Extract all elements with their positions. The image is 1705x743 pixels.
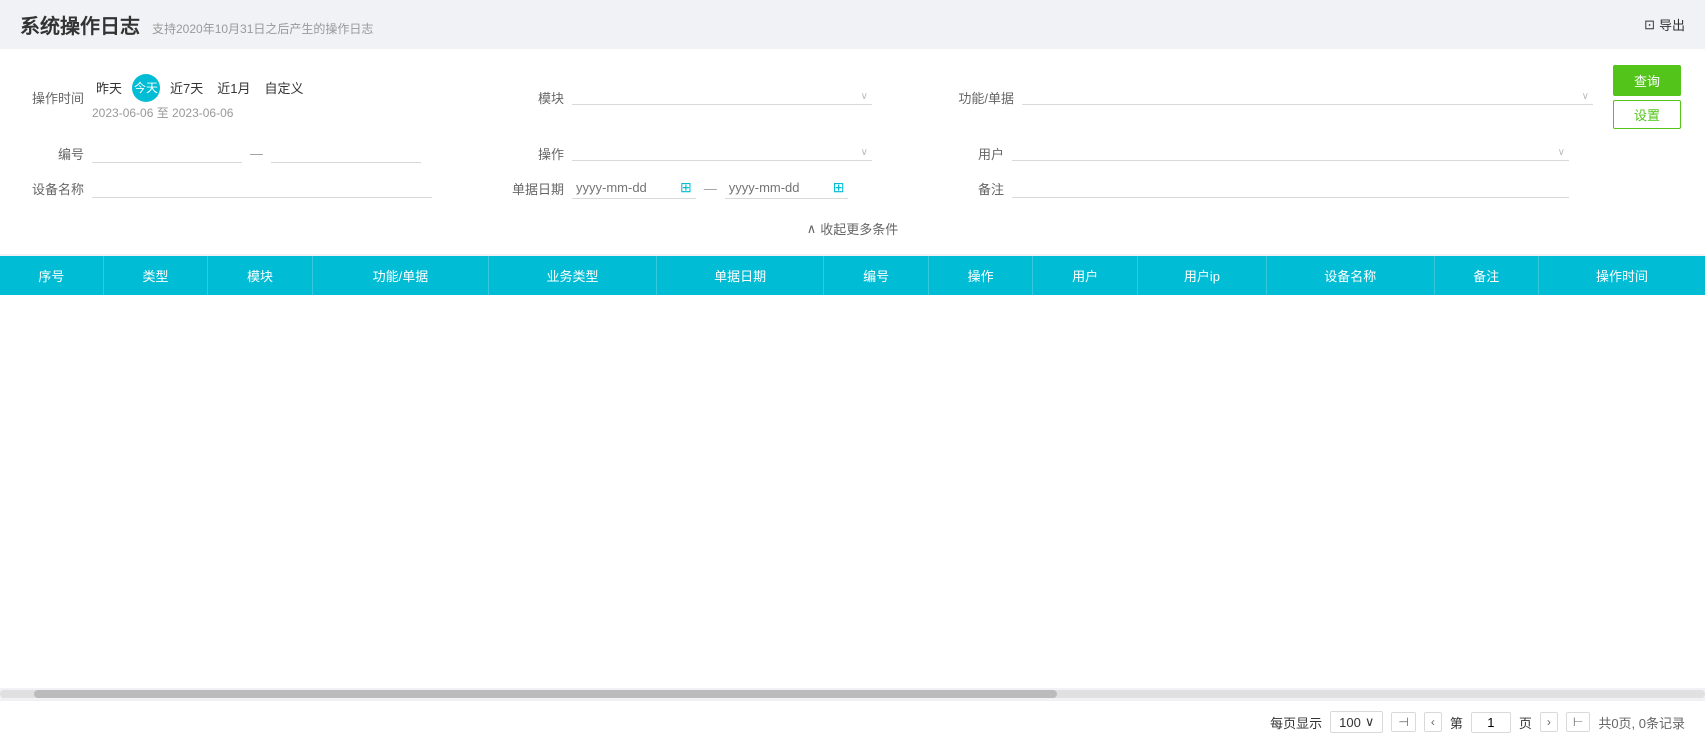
filter-row-1: 操作时间 昨天 今天 近7天 近1月 自定义 2023-06-06 至 2023… (24, 65, 1681, 129)
filter-row-2: 编号 — 操作 ∨ 用户 ∨ (24, 143, 1681, 163)
number-input-end[interactable] (271, 143, 421, 163)
page-header: 系统操作日志 支持2020年10月31日之后产生的操作日志 ⊡ 导出 (0, 0, 1705, 49)
prev-page-button[interactable]: ‹ (1424, 712, 1442, 732)
module-label: 模块 (504, 88, 564, 107)
user-chevron-icon: ∨ (1558, 147, 1565, 158)
date-end-input: ⊞ (725, 177, 849, 199)
col-user-ip: 用户ip (1137, 256, 1266, 295)
number-label: 编号 (24, 144, 84, 163)
collapse-row: ∧ 收起更多条件 (24, 213, 1681, 238)
time-btn-yesterday[interactable]: 昨天 (92, 76, 126, 99)
scrollbar-area[interactable] (0, 688, 1705, 700)
page-subtitle: 支持2020年10月31日之后产生的操作日志 (152, 20, 373, 37)
data-table: 序号 类型 模块 功能/单据 业务类型 单据日期 编号 操作 用户 用户ip 设… (0, 256, 1705, 295)
total-info: 共0页, 0条记录 (1598, 713, 1685, 732)
remark-input[interactable] (1012, 178, 1569, 198)
action-buttons: 查询 设置 (1613, 65, 1681, 129)
time-filter-section: 操作时间 昨天 今天 近7天 近1月 自定义 2023-06-06 至 2023… (24, 74, 484, 121)
number-filter-section: 编号 — (24, 143, 484, 163)
operation-label: 操作 (504, 144, 564, 163)
page-title: 系统操作日志 (20, 10, 140, 39)
time-filter: 昨天 今天 近7天 近1月 自定义 2023-06-06 至 2023-06-0… (92, 74, 308, 121)
date-start-field[interactable] (576, 180, 676, 195)
first-page-button[interactable]: ⊣ (1391, 712, 1415, 732)
user-label: 用户 (944, 144, 1004, 163)
func-chevron-icon: ∨ (1582, 91, 1589, 102)
export-icon: ⊡ (1644, 17, 1655, 33)
date-separator: — (704, 181, 717, 196)
page-label: 第 (1450, 713, 1463, 732)
scrollbar-track[interactable] (0, 690, 1705, 698)
operation-chevron-icon: ∨ (861, 147, 868, 158)
col-number: 编号 (824, 256, 928, 295)
title-group: 系统操作日志 支持2020年10月31日之后产生的操作日志 (20, 10, 373, 39)
device-input[interactable] (92, 178, 432, 198)
number-separator: — (250, 146, 263, 161)
export-button[interactable]: ⊡ 导出 (1644, 15, 1685, 34)
date-start-input: ⊞ (572, 177, 696, 199)
module-select[interactable]: ∨ (572, 89, 872, 105)
func-filter-section: 功能/单据 ∨ (944, 88, 1593, 107)
page-container: 系统操作日志 支持2020年10月31日之后产生的操作日志 ⊡ 导出 操作时间 … (0, 0, 1705, 743)
calendar-end-icon[interactable]: ⊞ (833, 179, 845, 196)
scrollbar-thumb[interactable] (34, 690, 1057, 698)
module-chevron-icon: ∨ (861, 91, 868, 102)
module-filter-section: 模块 ∨ (504, 88, 924, 107)
time-buttons: 昨天 今天 近7天 近1月 自定义 (92, 74, 308, 102)
settings-button[interactable]: 设置 (1613, 100, 1681, 129)
col-biz-type: 业务类型 (489, 256, 657, 295)
operation-select[interactable]: ∨ (572, 145, 872, 161)
filter-row-3: 设备名称 单据日期 ⊞ — ⊞ 备注 (24, 177, 1681, 199)
query-button[interactable]: 查询 (1613, 65, 1681, 96)
page-number-input[interactable] (1471, 712, 1511, 733)
export-label: 导出 (1659, 15, 1685, 34)
col-op-time: 操作时间 (1539, 256, 1705, 295)
time-label: 操作时间 (24, 88, 84, 107)
col-remark: 备注 (1434, 256, 1538, 295)
page-size-label: 每页显示 (1270, 713, 1322, 732)
device-label: 设备名称 (24, 179, 84, 198)
col-user: 用户 (1033, 256, 1137, 295)
collapse-icon: ∧ (807, 221, 817, 237)
device-filter-section: 设备名称 (24, 178, 484, 198)
page-size-value: 100 (1339, 715, 1361, 730)
collapse-label: 收起更多条件 (820, 219, 898, 238)
time-btn-today[interactable]: 今天 (132, 74, 160, 102)
number-input-start[interactable] (92, 143, 242, 163)
calendar-start-icon[interactable]: ⊞ (680, 179, 692, 196)
table-header-row: 序号 类型 模块 功能/单据 业务类型 单据日期 编号 操作 用户 用户ip 设… (0, 256, 1705, 295)
col-operation: 操作 (928, 256, 1032, 295)
collapse-button[interactable]: ∧ 收起更多条件 (807, 219, 899, 238)
last-page-button[interactable]: ⊢ (1566, 712, 1590, 732)
time-btn-7days[interactable]: 近7天 (166, 76, 207, 99)
func-label: 功能/单据 (944, 88, 1014, 107)
filter-area: 操作时间 昨天 今天 近7天 近1月 自定义 2023-06-06 至 2023… (0, 49, 1705, 254)
table-container: 序号 类型 模块 功能/单据 业务类型 单据日期 编号 操作 用户 用户ip 设… (0, 256, 1705, 688)
page-unit: 页 (1519, 713, 1532, 732)
remark-filter-section: 备注 (944, 178, 1569, 198)
page-size-chevron-icon: ∨ (1365, 714, 1375, 730)
func-select[interactable]: ∨ (1022, 89, 1593, 105)
date-end-field[interactable] (729, 180, 829, 195)
col-func: 功能/单据 (312, 256, 488, 295)
remark-label: 备注 (944, 179, 1004, 198)
user-select[interactable]: ∨ (1012, 145, 1569, 161)
col-doc-date: 单据日期 (656, 256, 824, 295)
time-btn-1month[interactable]: 近1月 (213, 76, 254, 99)
col-module: 模块 (208, 256, 312, 295)
user-filter-section: 用户 ∨ (944, 144, 1569, 163)
doc-date-label: 单据日期 (504, 179, 564, 198)
time-btn-custom[interactable]: 自定义 (260, 76, 307, 99)
col-device: 设备名称 (1266, 256, 1434, 295)
pagination: 每页显示 100 ∨ ⊣ ‹ 第 页 › ⊢ 共0页, 0条记录 (0, 700, 1705, 743)
col-index: 序号 (0, 256, 103, 295)
page-size-select[interactable]: 100 ∨ (1330, 711, 1383, 733)
col-type: 类型 (103, 256, 207, 295)
time-range-display: 2023-06-06 至 2023-06-06 (92, 104, 308, 121)
doc-date-filter-section: 单据日期 ⊞ — ⊞ (504, 177, 924, 199)
next-page-button[interactable]: › (1540, 712, 1558, 732)
operation-filter-section: 操作 ∨ (504, 144, 924, 163)
